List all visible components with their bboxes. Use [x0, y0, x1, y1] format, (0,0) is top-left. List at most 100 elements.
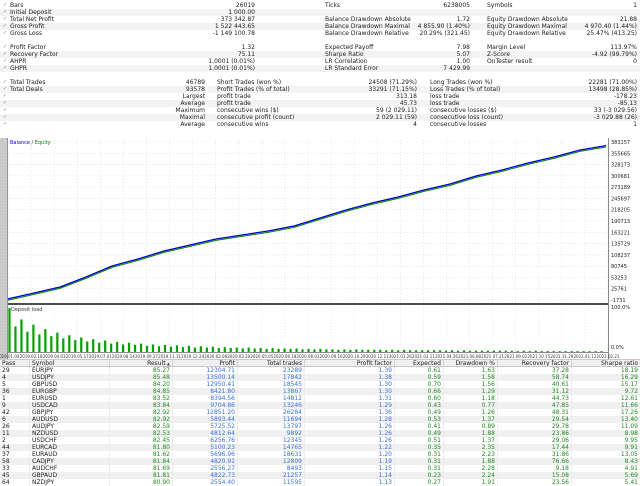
x-axis-date-label: 2020.03.20: [227, 354, 250, 359]
stat-value: 13498 (28.85%): [588, 86, 637, 93]
x-axis-date-label: 2019.01.04: [0, 354, 20, 359]
deposit-load-bar: [319, 348, 322, 352]
result-row[interactable]: 29 EURJPY 85.27 12304.71 23289 1.39 0.61 1.63 37…: [0, 367, 640, 374]
chart-legend: Balance / Equity: [10, 141, 51, 146]
col-header-pass[interactable]: Pass: [0, 360, 30, 366]
cell-result: 80.90: [110, 479, 173, 486]
result-row[interactable]: 5 GBPUSD 84.20 12950.41 18545 1.30 0.70 1.56 40.…: [0, 381, 640, 388]
result-row[interactable]: 33 AUDCHF 81.69 2556.27 8493 1.15 0.31 2.28 9.18…: [0, 465, 640, 472]
x-axis-date-label: 2019.09.27: [135, 354, 158, 359]
x-axis-date-label: 2019.12.24: [181, 354, 204, 359]
cell-drawdown-: 1.88: [444, 430, 498, 437]
result-row[interactable]: 58 CADJPY 81.84 4820.91 12809 1.19 0.31 1.88 76.…: [0, 458, 640, 465]
cell-total-trades: 23289: [238, 367, 305, 374]
deposit-load-bar: [229, 348, 232, 352]
cell-sharpe-ratio: 5.41: [624, 479, 638, 486]
col-header-total-trades[interactable]: Total trades: [238, 360, 305, 366]
deposit-load-bar: [157, 346, 161, 352]
sort-asc-icon: ▲: [165, 361, 170, 366]
deposit-load-bar: [552, 351, 555, 352]
cell-drawdown-: 1.58: [444, 374, 498, 381]
stat-label: AHPR: [10, 58, 27, 65]
result-row[interactable]: 64 NZDJPY 80.90 2554.40 11595 1.13 0.27 1.91 23.…: [0, 479, 640, 486]
cell-drawdown-: 1.88: [444, 458, 498, 465]
stat-value: 4 970.40 (1.44%): [584, 23, 637, 30]
stat-row: ✓ Bars 26019 Ticks 6238005 Symbols 1: [0, 2, 640, 9]
cell-drawdown-: 2.35: [444, 444, 498, 451]
check-icon: ✓: [2, 65, 8, 71]
deposit-load-bar: [301, 349, 304, 352]
cell-profit: 4812.64: [173, 430, 238, 437]
result-row[interactable]: 37 EURAUD 81.62 5696.96 18631 1.20 0.31 2.23 31.…: [0, 451, 640, 458]
col-header-sharpe-ratio[interactable]: Sharpe ratio: [572, 360, 640, 366]
deposit-load-label: Deposit load: [11, 307, 43, 313]
cell-profit: 2556.27: [173, 465, 238, 472]
deposit-load-bar: [20, 319, 23, 352]
deposit-load-bar: [450, 350, 454, 352]
col-header-result[interactable]: Result ▲: [110, 360, 173, 366]
deposit-load-bar: [600, 351, 603, 352]
deposit-axis-100-label: 100.0%: [611, 305, 631, 311]
cell-result: 85.48: [110, 374, 173, 381]
result-row[interactable]: 42 GBPJPY 82.92 12851.20 26284 1.36 0.49 1.26 48…: [0, 409, 640, 416]
result-row[interactable]: 6 AUDUSD 82.92 5893.44 11694 1.28 0.53 1.37 29.5…: [0, 416, 640, 423]
cell-symbol: GBPUSD: [30, 381, 110, 388]
cell-drawdown-: 1.37: [444, 437, 498, 444]
stat-row: [0, 37, 640, 44]
cell-profit-factor: 1.19: [305, 458, 395, 465]
check-icon: ✓: [2, 121, 8, 127]
backtest-graph-panel[interactable]: 383157 355665 328173 300681 273189 245697 2182…: [0, 138, 640, 359]
cell-symbol: CADJPY: [30, 458, 110, 465]
equity-curve-chart[interactable]: 383157 355665 328173 300681 273189 245697 2182…: [0, 138, 640, 359]
result-row[interactable]: 26 AUDJPY 82.59 5725.52 13797 1.26 0.41 0.89 29.…: [0, 423, 640, 430]
cell-result: 81.80: [110, 444, 173, 451]
cell-pass: 37: [0, 451, 30, 458]
col-header-symbol[interactable]: Symbol: [30, 360, 110, 366]
deposit-load-bar: [403, 349, 406, 352]
col-header-profit[interactable]: Profit: [173, 360, 238, 366]
cell-expected-payoff: 0.41: [395, 423, 444, 430]
cell-total-trades: 9892: [238, 430, 305, 437]
deposit-load-bar: [98, 342, 101, 352]
result-row[interactable]: 44 EURCAD 81.80 5100.23 14765 1.22 0.35 2.35 17.…: [0, 444, 640, 451]
cell-result: 84.20: [110, 381, 173, 388]
deposit-load-bar: [62, 338, 65, 352]
result-row[interactable]: 1 EURUSD 83.52 8394.56 14812 1.31 0.60 1.18 44.7…: [0, 395, 640, 402]
cell-result: 82.45: [110, 437, 173, 444]
col-header-recovery-factor[interactable]: Recovery factor: [498, 360, 572, 366]
stat-value: 1 522 443.65: [214, 23, 255, 30]
cell-total-trades: 17842: [238, 374, 305, 381]
stat-value: 20.29% (321.45): [419, 30, 470, 37]
result-row[interactable]: 4 USDJPY 85.48 13500.14 17842 1.38 0.59 1.58 58.…: [0, 374, 640, 381]
cell-sharpe-ratio: 15.17: [620, 381, 638, 388]
stat-value: 24508 (71.29%): [368, 79, 417, 86]
stat-value: 1.0001 (0.01%): [208, 58, 255, 65]
cell-symbol: USDCHF: [30, 437, 110, 444]
stat-label: Gross Loss: [10, 30, 42, 37]
result-row[interactable]: 45 GBPAUD 81.81 4822.73 21257 1.14 0.23 2.24 15.…: [0, 472, 640, 479]
result-row[interactable]: 9 USDCAD 83.84 9704.86 13246 1.29 0.43 0.77 47.8…: [0, 402, 640, 409]
stat-label: consecutive wins: [217, 121, 269, 128]
cell-drawdown-: 1.29: [444, 388, 498, 395]
deposit-load-bar: [379, 349, 382, 352]
stat-label: loss trade: [430, 93, 460, 100]
cell-profit-factor: 1.29: [305, 402, 395, 409]
check-icon: ✓: [2, 100, 8, 106]
deposit-load-bar: [271, 348, 274, 352]
result-row[interactable]: 11 NZDUSD 82.53 4812.64 9892 1.26 0.49 1.88 23.8…: [0, 430, 640, 437]
stat-label: LR Correlation: [325, 58, 368, 65]
result-row[interactable]: 2 USDCHF 82.45 6256.76 12345 1.26 0.51 1.37 29.0…: [0, 437, 640, 444]
stat-label: Equity Drawdown Relative: [487, 30, 566, 37]
deposit-load-bar: [122, 344, 125, 352]
result-row[interactable]: 36 EURGBP 84.85 8421.80 13867 1.30 0.66 1.29 31.…: [0, 388, 640, 395]
stat-label: Loss Trades (% of total): [430, 86, 501, 93]
deposit-load-bar: [259, 348, 262, 352]
cell-drawdown-: 0.77: [444, 402, 498, 409]
col-header-profit-factor[interactable]: Profit factor: [305, 360, 395, 366]
stat-row: ✓ Gross Profit 1 522 443.65 Balance Drawdow…: [0, 23, 640, 30]
col-header-expected-payoff[interactable]: Expected payoff: [395, 360, 444, 366]
cell-pass: 2: [0, 437, 30, 444]
col-header-drawdown-[interactable]: Drawdown %: [444, 360, 498, 366]
cell-expected-payoff: 0.53: [395, 416, 444, 423]
cell-expected-payoff: 0.43: [395, 402, 444, 409]
